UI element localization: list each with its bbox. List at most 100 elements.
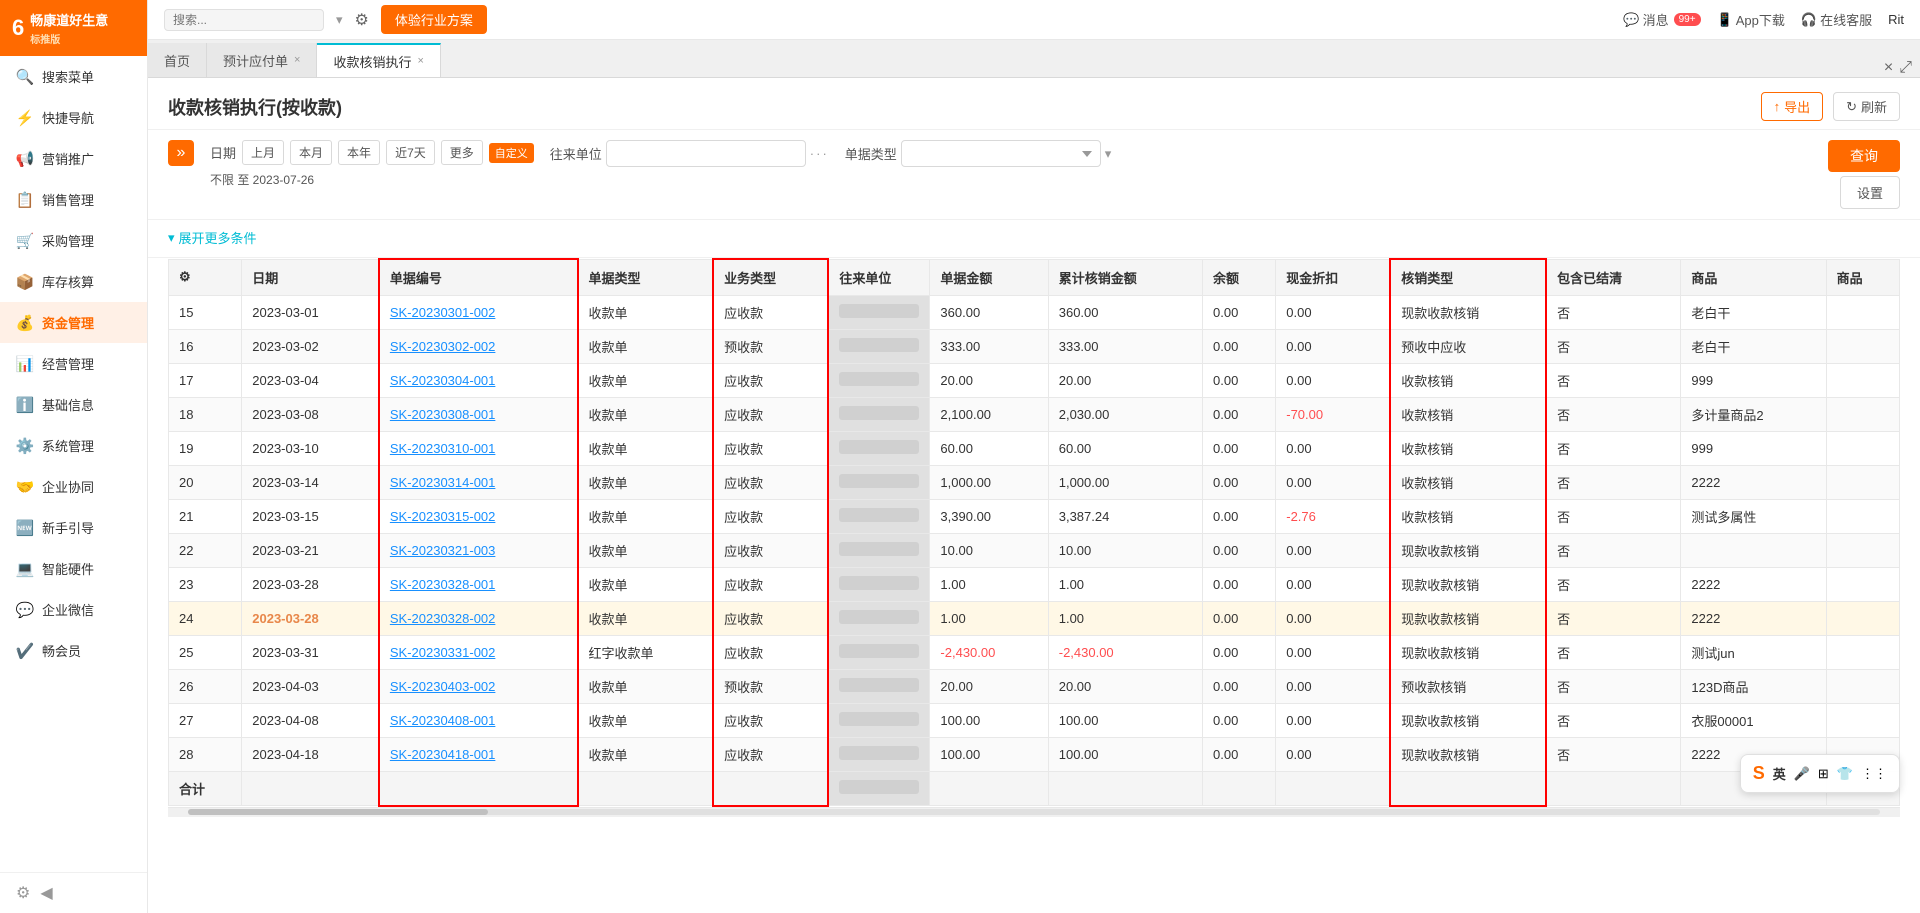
query-button[interactable]: 查询: [1828, 140, 1900, 172]
tab-collection-close[interactable]: ×: [417, 55, 423, 67]
doc-no-link[interactable]: SK-20230408-001: [390, 713, 496, 728]
doc-no-link[interactable]: SK-20230321-003: [390, 543, 496, 558]
window-close-btn[interactable]: ×: [1884, 59, 1893, 77]
gear-icon[interactable]: ⚙: [355, 10, 369, 30]
sidebar-item-hardware[interactable]: 💻智能硬件: [0, 548, 147, 589]
cell-amount: 3,390.00: [930, 500, 1048, 534]
doc-no-link[interactable]: SK-20230308-001: [390, 407, 496, 422]
table-row: 202023-03-14SK-20230314-001收款单应收款1,000.0…: [169, 466, 1900, 500]
watermark-grid[interactable]: ⊞: [1818, 766, 1829, 782]
cell-biz_type: 预收款: [713, 330, 828, 364]
export-button[interactable]: ↑ 导出: [1761, 92, 1824, 121]
cell-cash_discount: 0.00: [1276, 636, 1391, 670]
sidebar-item-wechat[interactable]: 💬企业微信: [0, 589, 147, 630]
cell-biz_type: 应收款: [713, 602, 828, 636]
table-container: ⚙日期单据编号单据类型业务类型往来单位单据金额累计核销金额余额现金折扣核销类型包…: [148, 258, 1920, 913]
app-name: 畅康道好生意: [30, 10, 108, 29]
cell-balance: 0.00: [1203, 364, 1276, 398]
cell-biz_type: 应收款: [713, 296, 828, 330]
sidebar-item-system[interactable]: ⚙️系统管理: [0, 425, 147, 466]
filter-partner-input[interactable]: [606, 140, 806, 167]
tab-prepay-close[interactable]: ×: [294, 54, 300, 66]
sidebar-label-operations: 经营管理: [42, 354, 94, 373]
doc-no-link[interactable]: SK-20230302-002: [390, 339, 496, 354]
cell-goods: 测试jun: [1681, 636, 1826, 670]
cell-cancel_type: 收款核销: [1390, 432, 1546, 466]
btn-this-month[interactable]: 本月: [290, 140, 332, 165]
filter-receipt-label: 单据类型: [845, 144, 897, 163]
doc-no-link[interactable]: SK-20230403-002: [390, 679, 496, 694]
filter-receipt-type-select[interactable]: [901, 140, 1101, 167]
sidebar-item-basic[interactable]: ℹ️基础信息: [0, 384, 147, 425]
settings-icon[interactable]: ⚙: [16, 883, 30, 903]
filter-receipt-type-group: 单据类型 ▾: [845, 140, 1112, 167]
settings-button[interactable]: 设置: [1840, 176, 1900, 209]
btn-last-7days[interactable]: 近7天: [386, 140, 435, 165]
messages-link[interactable]: 💬 消息 99+: [1623, 10, 1700, 29]
tab-home[interactable]: 首页: [148, 43, 207, 77]
doc-no-link[interactable]: SK-20230328-002: [390, 611, 496, 626]
filter-more-dots[interactable]: ···: [810, 146, 829, 161]
sidebar-label-member: 畅会员: [42, 641, 81, 660]
sidebar-icon-basic: ℹ️: [16, 396, 34, 414]
window-expand-btn[interactable]: ⤢: [1899, 59, 1912, 77]
cell-goods2: [1826, 330, 1899, 364]
filter-toggle-btn[interactable]: »: [168, 140, 194, 166]
cell-include_settled: 否: [1546, 636, 1681, 670]
doc-no-link[interactable]: SK-20230301-002: [390, 305, 496, 320]
filter-expand-btn[interactable]: ▾ 展开更多条件: [168, 224, 1900, 251]
sidebar-item-enterprise[interactable]: 🤝企业协同: [0, 466, 147, 507]
cell-date: 2023-03-08: [242, 398, 379, 432]
sidebar-item-sales[interactable]: 📋销售管理: [0, 179, 147, 220]
scroll-thumb[interactable]: [188, 809, 488, 815]
cell-cancel_type: 现款收款核销: [1390, 738, 1546, 772]
watermark-apps[interactable]: ⋮⋮: [1861, 766, 1887, 782]
search-input[interactable]: [164, 9, 324, 31]
doc-no-link[interactable]: SK-20230314-001: [390, 475, 496, 490]
doc-no-link[interactable]: SK-20230331-002: [390, 645, 496, 660]
cell-balance: 0.00: [1203, 432, 1276, 466]
doc-no-link[interactable]: SK-20230418-001: [390, 747, 496, 762]
sidebar-item-marketing[interactable]: 📢营销推广: [0, 138, 147, 179]
btn-last-month[interactable]: 上月: [242, 140, 284, 165]
sidebar-item-operations[interactable]: 📊经营管理: [0, 343, 147, 384]
doc-no-link[interactable]: SK-20230304-001: [390, 373, 496, 388]
doc-no-link[interactable]: SK-20230310-001: [390, 441, 496, 456]
app-download-link[interactable]: 📱 App下载: [1717, 10, 1785, 29]
dropdown-icon[interactable]: ▾: [336, 12, 343, 28]
sidebar-menu: 🔍搜索菜单⚡快捷导航📢营销推广📋销售管理🛒采购管理📦库存核算💰资金管理📊经营管理…: [0, 56, 147, 872]
tab-collection[interactable]: 收款核销执行 ×: [317, 43, 440, 77]
cell-amount: 1.00: [930, 602, 1048, 636]
sidebar-item-purchase[interactable]: 🛒采购管理: [0, 220, 147, 261]
industry-btn[interactable]: 体验行业方案: [381, 5, 487, 34]
sidebar-item-search[interactable]: 🔍搜索菜单: [0, 56, 147, 97]
table-row: 合计: [169, 772, 1900, 806]
watermark-shirt[interactable]: 👕: [1837, 766, 1853, 782]
notification-badge: 99+: [1674, 13, 1701, 26]
sidebar-item-quick-nav[interactable]: ⚡快捷导航: [0, 97, 147, 138]
cell-goods: 123D商品: [1681, 670, 1826, 704]
watermark-mic[interactable]: 🎤: [1794, 766, 1810, 782]
doc-no-link[interactable]: SK-20230315-002: [390, 509, 496, 524]
horizontal-scrollbar[interactable]: [168, 807, 1900, 817]
cell-accum_cancel: 333.00: [1048, 330, 1202, 364]
btn-custom-date[interactable]: 自定义: [489, 143, 534, 163]
cell-cash_discount: 0.00: [1276, 738, 1391, 772]
col-header-seq: ⚙: [169, 259, 242, 296]
cell-goods: 衣服00001: [1681, 704, 1826, 738]
headset-icon: 🎧: [1801, 12, 1817, 28]
sidebar-item-member[interactable]: ✔️畅会员: [0, 630, 147, 671]
collapse-icon[interactable]: ◀: [40, 883, 52, 903]
sidebar-item-finance[interactable]: 💰资金管理: [0, 302, 147, 343]
scroll-track: [188, 809, 1880, 815]
tab-prepay[interactable]: 预计应付单 ×: [207, 43, 317, 77]
btn-this-year[interactable]: 本年: [338, 140, 380, 165]
btn-more-dates[interactable]: 更多: [441, 140, 483, 165]
sidebar-item-guide[interactable]: 🆕新手引导: [0, 507, 147, 548]
refresh-button[interactable]: ↻ 刷新: [1833, 92, 1900, 121]
sidebar-item-inventory[interactable]: 📦库存核算: [0, 261, 147, 302]
cell-accum_cancel: 60.00: [1048, 432, 1202, 466]
cell-doc_type: 收款单: [578, 500, 714, 534]
doc-no-link[interactable]: SK-20230328-001: [390, 577, 496, 592]
online-service-link[interactable]: 🎧 在线客服: [1801, 10, 1872, 29]
